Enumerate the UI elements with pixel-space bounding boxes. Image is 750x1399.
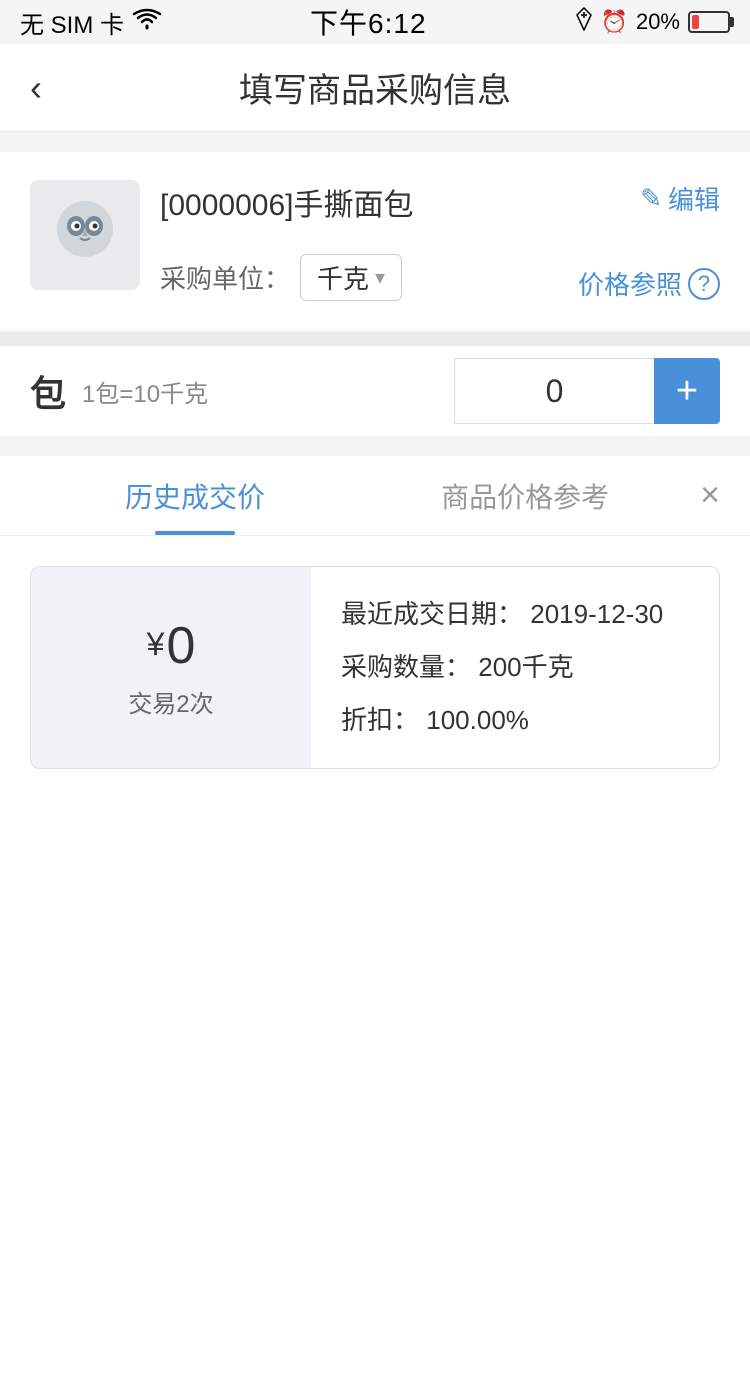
- quantity-row: 包 1包=10千克 +: [0, 346, 750, 436]
- currency-symbol: ¥: [147, 626, 165, 663]
- price-card: ¥ 0 交易2次 最近成交日期： 2019-12-30 采购数量： 200千克 …: [30, 566, 720, 769]
- carrier-label: 无 SIM 卡: [20, 5, 124, 40]
- unit-select[interactable]: 千克 ▾: [300, 254, 402, 301]
- price-card-left: ¥ 0 交易2次: [31, 567, 311, 768]
- quantity-plus-button[interactable]: +: [654, 358, 720, 424]
- help-icon: ?: [688, 268, 720, 300]
- unit-value: 千克: [317, 259, 369, 296]
- discount-row: 折扣： 100.00%: [341, 701, 689, 740]
- page-title: 填写商品采购信息: [239, 63, 511, 112]
- tab-history-price[interactable]: 历史成交价: [30, 456, 360, 535]
- product-card: [0000006]手撕面包 采购单位： 千克 ▾ ✎ 编辑 价格参照 ?: [0, 152, 750, 330]
- battery-percentage: 20%: [636, 9, 680, 35]
- purchase-qty-label: 采购数量：: [341, 652, 471, 682]
- alarm-icon: ⏰: [601, 9, 628, 35]
- edit-button[interactable]: ✎ 编辑: [640, 180, 720, 217]
- price-card-right: 最近成交日期： 2019-12-30 采购数量： 200千克 折扣： 100.0…: [311, 567, 719, 768]
- status-time: 下午6:12: [310, 2, 427, 42]
- discount-value: 100.00%: [426, 705, 529, 735]
- price-ref-label: 价格参照: [578, 265, 682, 302]
- edit-icon: ✎: [640, 183, 662, 214]
- status-bar: 无 SIM 卡 下午6:12 ⏰ 20%: [0, 0, 750, 44]
- status-right: ⏰ 20%: [575, 7, 730, 37]
- product-thumbnail-icon: [50, 194, 120, 276]
- chevron-down-icon: ▾: [375, 265, 385, 290]
- wifi-icon: [132, 8, 162, 37]
- recent-date-row: 最近成交日期： 2019-12-30: [341, 595, 689, 634]
- price-value: 0: [166, 616, 195, 676]
- section-divider: [0, 332, 750, 346]
- quantity-unit-conversion: 1包=10千克: [82, 374, 208, 409]
- price-amount: ¥ 0: [147, 616, 196, 676]
- tab-section: 历史成交价 商品价格参考 × ¥ 0 交易2次 最近成交日期： 2019-12-…: [0, 456, 750, 799]
- quantity-input[interactable]: [454, 358, 654, 424]
- quantity-unit-name: 包: [30, 365, 66, 417]
- discount-label: 折扣：: [341, 705, 419, 735]
- recent-date-value: 2019-12-30: [530, 599, 663, 629]
- purchase-qty-value: 200千克: [478, 652, 573, 682]
- status-left: 无 SIM 卡: [20, 5, 162, 40]
- quantity-section: 包 1包=10千克 +: [0, 332, 750, 436]
- price-reference-button[interactable]: 价格参照 ?: [578, 265, 720, 302]
- transaction-count: 交易2次: [128, 684, 213, 719]
- back-button[interactable]: ‹: [20, 57, 52, 119]
- nav-bar: ‹ 填写商品采购信息: [0, 44, 750, 132]
- edit-label: 编辑: [668, 180, 720, 217]
- battery-icon: [688, 11, 730, 33]
- unit-label: 采购单位：: [160, 259, 290, 296]
- tab-bar: 历史成交价 商品价格参考 ×: [0, 456, 750, 536]
- location-icon: [575, 7, 593, 37]
- tab-content-history: ¥ 0 交易2次 最近成交日期： 2019-12-30 采购数量： 200千克 …: [0, 536, 750, 799]
- product-name: [0000006]手撕面包: [160, 180, 413, 224]
- tab-close-button[interactable]: ×: [690, 466, 730, 525]
- purchase-qty-row: 采购数量： 200千克: [341, 648, 689, 687]
- tab-product-price-ref[interactable]: 商品价格参考: [360, 456, 690, 535]
- recent-date-label: 最近成交日期：: [341, 599, 523, 629]
- product-image: [30, 180, 140, 290]
- empty-content-area: [0, 799, 750, 1399]
